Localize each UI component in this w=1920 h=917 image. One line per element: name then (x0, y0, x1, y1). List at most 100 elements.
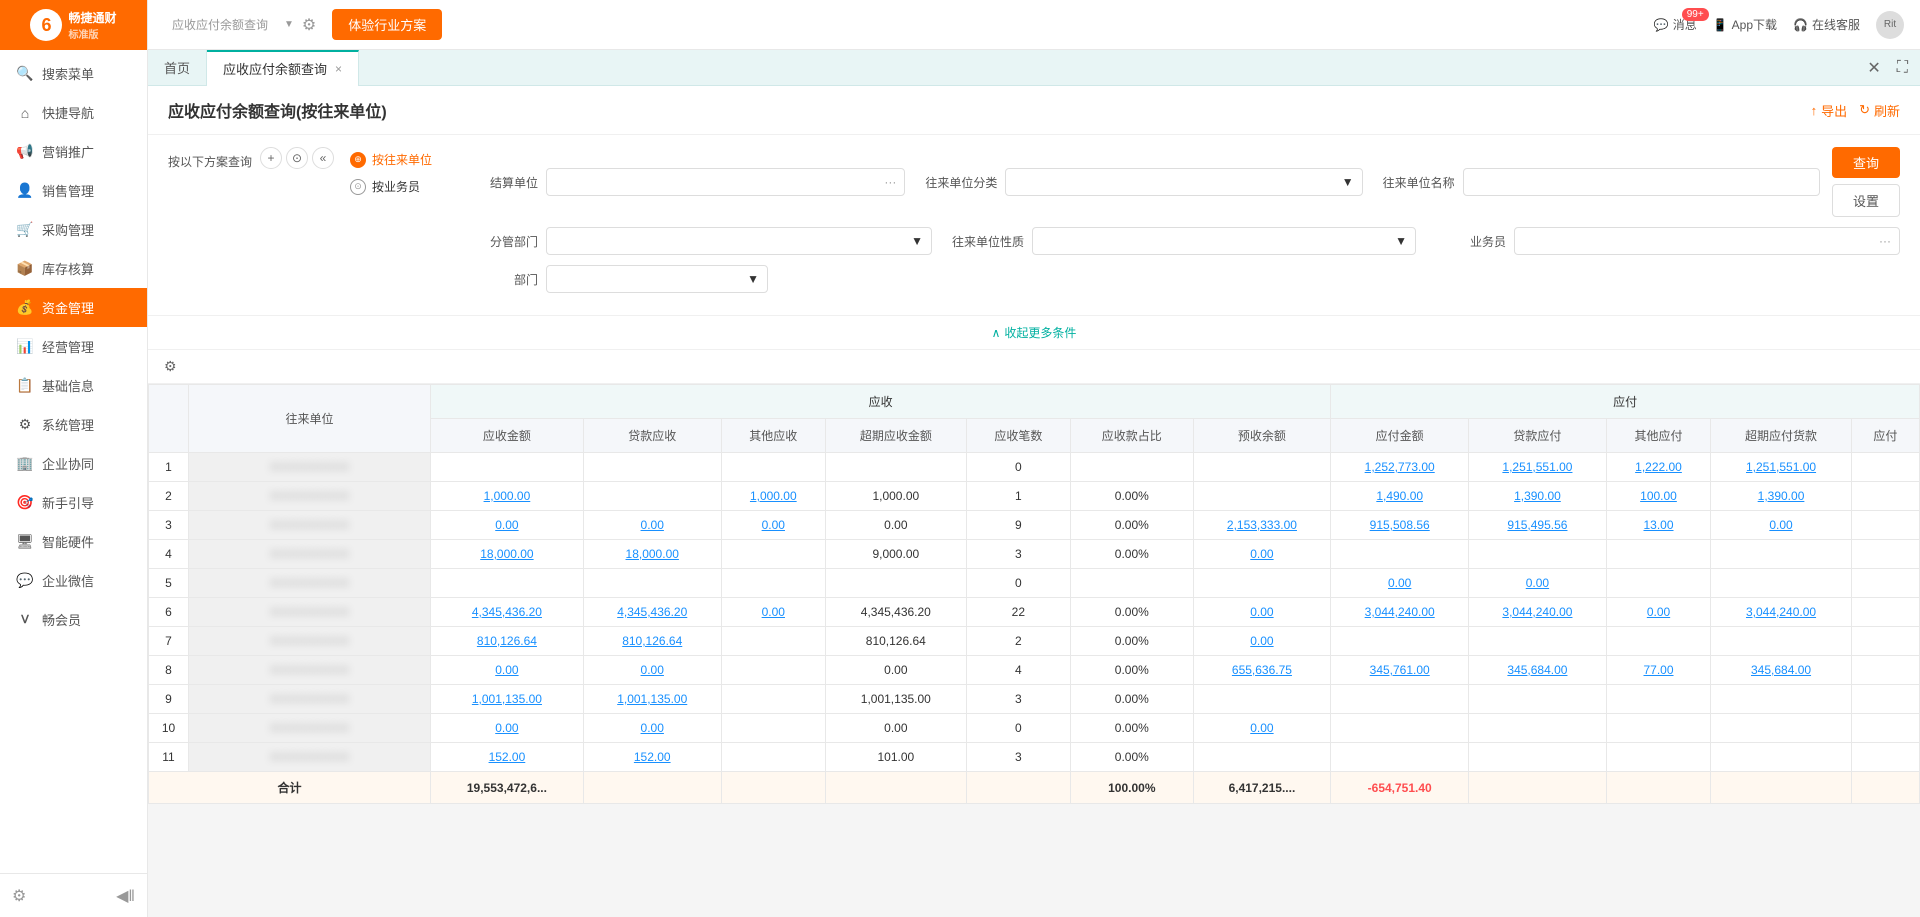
sales-icon: 👤 (16, 182, 34, 199)
field-salesman: 业务员 ··· (1436, 227, 1900, 255)
sidebar-item-marketing[interactable]: 📢 营销推广 (0, 132, 147, 171)
user-avatar[interactable]: Rit (1876, 11, 1904, 39)
partner-cell: XXXXXXXXXX (189, 714, 431, 743)
chevron-down-icon[interactable]: ▼ (284, 19, 294, 30)
sidebar-item-member[interactable]: Ⅴ 畅会员 (0, 600, 147, 639)
partner-name-input[interactable] (1463, 168, 1820, 196)
scheme-settings-btn[interactable]: ⊙ (286, 147, 308, 169)
settings-button[interactable]: 设置 (1832, 184, 1900, 217)
sidebar-item-enterprise[interactable]: 🏢 企业协同 (0, 444, 147, 483)
sidebar-item-purchase[interactable]: 🛒 采购管理 (0, 210, 147, 249)
settlement-unit-label: 结算单位 (468, 174, 538, 191)
sidebar-item-operations[interactable]: 📊 经营管理 (0, 327, 147, 366)
scheme-salesman-icon: ⊙ (350, 179, 366, 195)
basic-info-icon: 📋 (16, 377, 34, 394)
footer-ar-count (966, 772, 1070, 804)
row-num-cell: 1 (149, 453, 189, 482)
sidebar-settings-btn[interactable]: ⚙ (12, 886, 26, 906)
table-container[interactable]: 往来单位 应收 应付 应收金额 贷款应收 其他应收 超期应收金额 应收笔数 应收… (148, 384, 1920, 804)
gear-icon[interactable]: ⚙ (302, 15, 316, 35)
tab-close-icon[interactable]: × (335, 62, 342, 76)
partner-cell: XXXXXXXXXX (189, 656, 431, 685)
guide-icon: 🎯 (16, 494, 34, 511)
sidebar-item-sales[interactable]: 👤 销售管理 (0, 171, 147, 210)
field-dept-manager: 分管部门 ▼ (468, 227, 932, 255)
sidebar-item-quick-nav[interactable]: ⌂ 快捷导航 (0, 93, 147, 132)
sidebar-item-inventory[interactable]: 📦 库存核算 (0, 249, 147, 288)
scheme-add-btn[interactable]: + (260, 147, 282, 169)
dept-select[interactable]: ▼ (546, 265, 768, 293)
footer-ar-prepay[interactable]: 6,417,215.... (1193, 772, 1331, 804)
tab-ar-ap[interactable]: 应收应付余额查询 × (207, 50, 359, 86)
sidebar-item-basic-info[interactable]: 📋 基础信息 (0, 366, 147, 405)
col-ar-group: 应收 (430, 385, 1330, 419)
sidebar-item-label: 资金管理 (42, 298, 94, 317)
table-row: 11XXXXXXXXXX152.00152.00101.0030.00% (149, 743, 1920, 772)
sidebar-collapse-btn[interactable]: ◀‖ (116, 886, 135, 906)
dept-manager-select[interactable]: ▼ (546, 227, 932, 255)
table-row: 7XXXXXXXXXX810,126.64810,126.64810,126.6… (149, 627, 1920, 656)
scheme-by-partner[interactable]: ⊕ 按往来单位 (342, 147, 440, 172)
col-ap-amount: 应付金额 (1331, 419, 1469, 453)
sidebar-item-label: 采购管理 (42, 220, 94, 239)
sidebar-item-label: 快捷导航 (42, 103, 94, 122)
footer-ar-total[interactable]: 19,553,472,6... (430, 772, 583, 804)
dept-manager-label: 分管部门 (468, 233, 538, 250)
purchase-icon: 🛒 (16, 221, 34, 238)
sidebar-item-guide[interactable]: 🎯 新手引导 (0, 483, 147, 522)
app-logo: 6 畅捷通财 标准版 (0, 0, 147, 50)
online-service-button[interactable]: 🎧 在线客服 (1793, 16, 1860, 33)
table-row: 9XXXXXXXXXX1,001,135.001,001,135.001,001… (149, 685, 1920, 714)
scheme-by-salesman[interactable]: ⊙ 按业务员 (342, 174, 440, 199)
sidebar-item-label: 系统管理 (42, 415, 94, 434)
table-toolbar: ⚙ (148, 350, 1920, 384)
export-button[interactable]: ↑ 导出 (1811, 101, 1848, 120)
filter-row-2: 分管部门 ▼ 往来单位性质 ▼ (468, 227, 1900, 255)
sidebar-item-wechat[interactable]: 💬 企业微信 (0, 561, 147, 600)
tab-close-window-icon[interactable]: ✕ (1863, 54, 1884, 82)
col-ap-group: 应付 (1331, 385, 1920, 419)
tab-maximize-icon[interactable]: ⛶ (1893, 55, 1912, 81)
col-row-num (149, 385, 189, 453)
scheme-collapse-btn[interactable]: « (312, 147, 334, 169)
sidebar-item-label: 基础信息 (42, 376, 94, 395)
sidebar-item-sys-mgmt[interactable]: ⚙ 系统管理 (0, 405, 147, 444)
solution-button[interactable]: 体验行业方案 (332, 9, 442, 40)
app-download-button[interactable]: 📱 App下载 (1713, 16, 1777, 33)
col-ar-overdue: 超期应收金额 (825, 419, 966, 453)
refresh-icon: ↻ (1859, 102, 1870, 118)
sidebar-item-finance[interactable]: 💰 资金管理 (0, 288, 147, 327)
table-area: ⚙ 往来单位 应收 应付 应收金额 贷款应收 其他应收 (148, 350, 1920, 804)
table-settings-icon[interactable]: ⚙ (164, 358, 177, 375)
main-content: 应收应付余额查询(按往来单位) ↑ 导出 ↻ 刷新 按以下方案查询 + ⊙ « (148, 86, 1920, 917)
field-partner-nature: 往来单位性质 ▼ (952, 227, 1416, 255)
row-num-cell: 4 (149, 540, 189, 569)
settlement-unit-input[interactable]: ··· (546, 168, 905, 196)
salesman-input[interactable]: ··· (1514, 227, 1900, 255)
col-ar-ratio: 应收款占比 (1071, 419, 1194, 453)
message-button[interactable]: 💬 消息 99+ (1654, 16, 1697, 33)
tab-home[interactable]: 首页 (148, 50, 207, 86)
sidebar-item-label: 畅会员 (42, 610, 81, 629)
query-button[interactable]: 查询 (1832, 147, 1900, 178)
row-num-cell: 2 (149, 482, 189, 511)
col-ap-rest: 应付 (1851, 419, 1919, 453)
app-icon: 📱 (1713, 18, 1728, 32)
collapse-button[interactable]: ∧ 收起更多条件 (148, 315, 1920, 349)
tab-home-label: 首页 (164, 58, 190, 77)
sidebar-item-label: 企业协同 (42, 454, 94, 473)
page-wrapper: 应收应付余额查询(按往来单位) ↑ 导出 ↻ 刷新 按以下方案查询 + ⊙ « (148, 86, 1920, 804)
sidebar-item-smart-hw[interactable]: 🖥 智能硬件 (0, 522, 147, 561)
partner-category-select[interactable]: ▼ (1005, 168, 1362, 196)
row-num-cell: 3 (149, 511, 189, 540)
refresh-button[interactable]: ↻ 刷新 (1859, 101, 1900, 120)
col-ar-loan: 贷款应收 (583, 419, 721, 453)
partner-nature-select[interactable]: ▼ (1032, 227, 1416, 255)
field-partner-name: 往来单位名称 (1383, 168, 1820, 196)
inventory-icon: 📦 (16, 260, 34, 277)
logo-icon: 6 (30, 9, 62, 41)
scheme-label: 按以下方案查询 (168, 147, 252, 170)
sidebar-item-search-menu[interactable]: 🔍 搜索菜单 (0, 54, 147, 93)
footer-label: 合计 (149, 772, 431, 804)
app-name: 畅捷通财 (68, 9, 116, 26)
